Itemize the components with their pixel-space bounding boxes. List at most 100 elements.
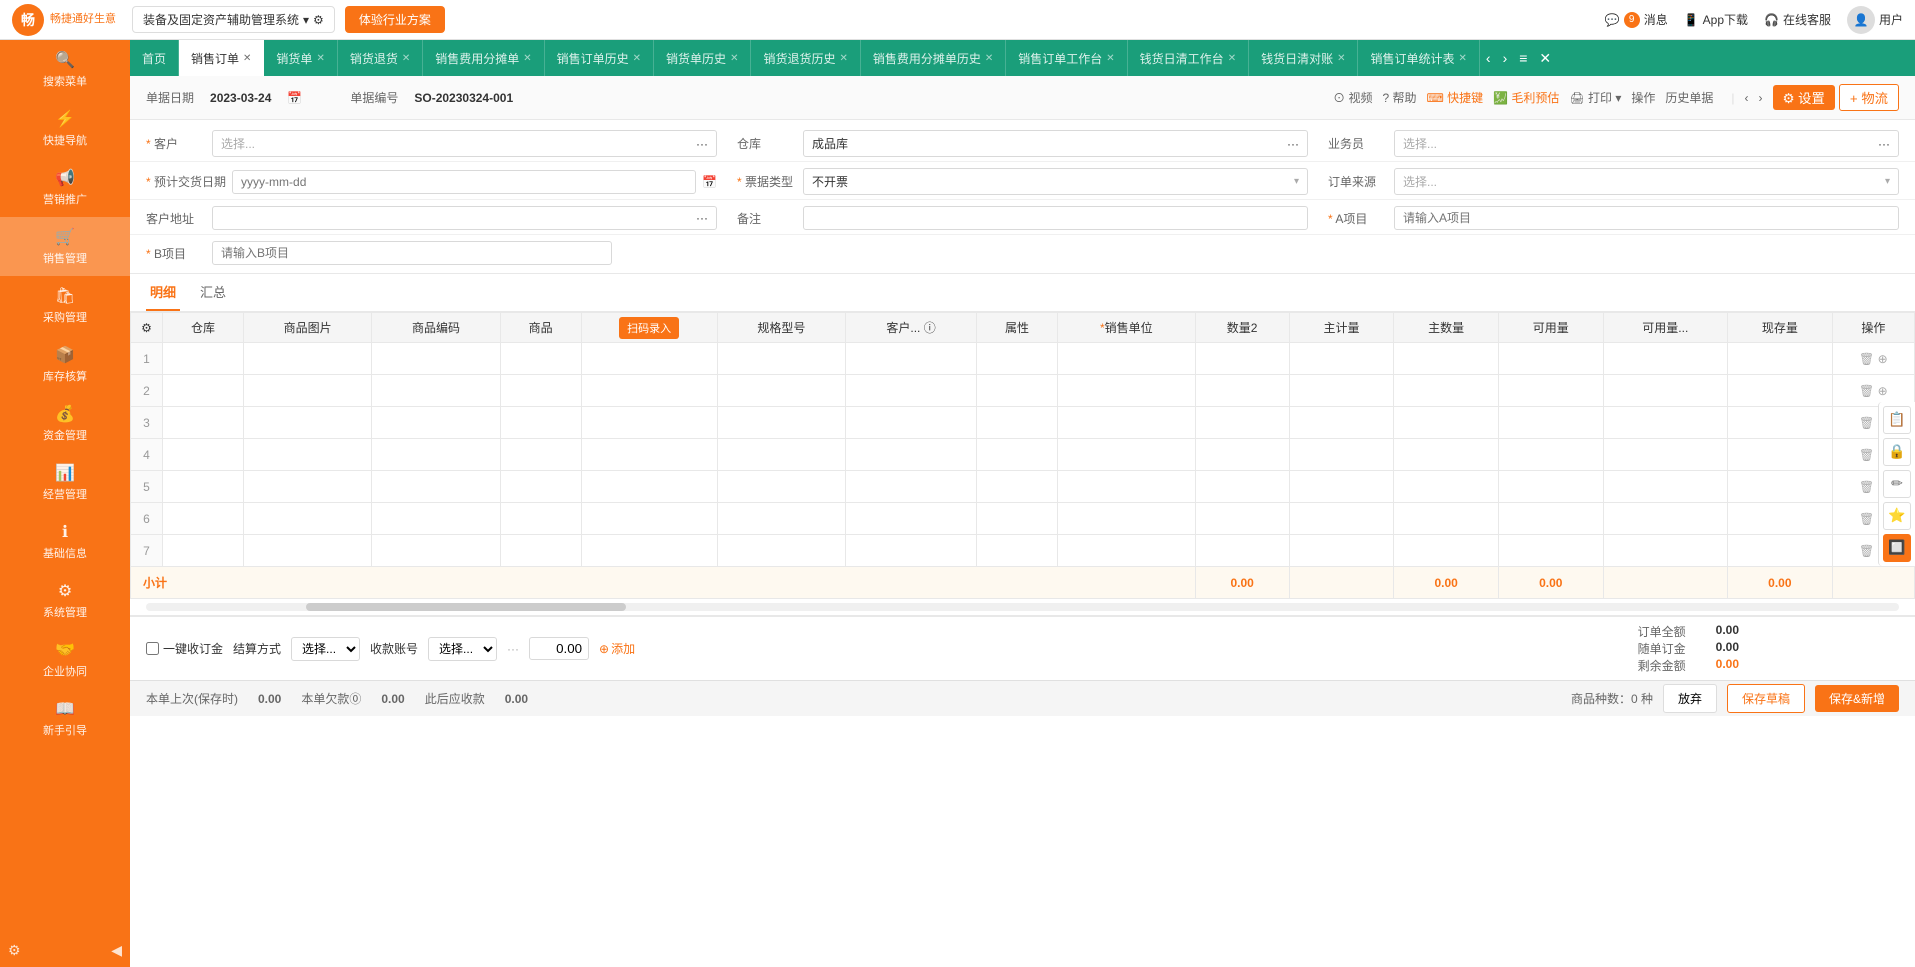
row-6-scan[interactable]: [581, 503, 717, 535]
row-4-main-unit[interactable]: [1289, 439, 1394, 471]
remark-input[interactable]: [803, 206, 1308, 230]
tab-sales-return-close[interactable]: ✕: [402, 53, 410, 64]
scroll-track[interactable]: [146, 603, 1899, 611]
sidebar-item-inventory[interactable]: 📦 库存核算: [0, 335, 130, 394]
row-4-product[interactable]: [500, 439, 581, 471]
tab-expense-history-close[interactable]: ✕: [985, 53, 993, 64]
tab-cash-reconcile[interactable]: 钱货日清对账 ✕: [1249, 40, 1358, 76]
view-btn[interactable]: ⊙ 视频: [1333, 89, 1372, 106]
industry-button[interactable]: 体验行业方案: [345, 6, 445, 33]
sidebar-item-system[interactable]: ⚙ 系统管理: [0, 571, 130, 630]
row-3-scan[interactable]: [581, 407, 717, 439]
row-6-stock[interactable]: [1728, 503, 1833, 535]
settings-btn[interactable]: ⚙ 设置: [1773, 85, 1835, 110]
delete-row-6-icon[interactable]: 🗑: [1859, 512, 1874, 526]
copy-row-1-icon[interactable]: ⊕: [1878, 352, 1888, 366]
prev-record-btn[interactable]: ‹: [1745, 91, 1749, 105]
row-1-attr[interactable]: [977, 343, 1058, 375]
row-3-main-unit[interactable]: [1289, 407, 1394, 439]
row-5-available2[interactable]: [1603, 471, 1727, 503]
row-5-attr[interactable]: [977, 471, 1058, 503]
tab-return-history-close[interactable]: ✕: [839, 53, 847, 64]
row-1-available[interactable]: [1498, 343, 1603, 375]
row-3-attr[interactable]: [977, 407, 1058, 439]
tab-menu-btn[interactable]: ≡: [1513, 50, 1533, 66]
message-item[interactable]: 💬 9 消息: [1605, 11, 1668, 28]
row-2-warehouse[interactable]: [163, 375, 244, 407]
order-source-select[interactable]: 选择... ▾: [1394, 168, 1899, 195]
tab-order-workbench-close[interactable]: ✕: [1106, 53, 1114, 64]
row-2-product[interactable]: [500, 375, 581, 407]
row-3-customer[interactable]: [846, 407, 977, 439]
sidebar-item-search[interactable]: 🔍 搜索菜单: [0, 40, 130, 99]
row-7-main-unit[interactable]: [1289, 535, 1394, 567]
system-selector[interactable]: 装备及固定资产辅助管理系统 ▾ ⚙: [132, 6, 335, 33]
row-7-attr[interactable]: [977, 535, 1058, 567]
address-input[interactable]: ···: [212, 206, 717, 230]
delete-row-7-icon[interactable]: 🗑: [1859, 544, 1874, 558]
right-float-btn-1[interactable]: 📋: [1883, 406, 1911, 434]
row-2-qty2[interactable]: [1195, 375, 1289, 407]
delete-row-5-icon[interactable]: 🗑: [1859, 480, 1874, 494]
online-service-item[interactable]: 🎧 在线客服: [1764, 11, 1831, 28]
row-4-spec[interactable]: [717, 439, 845, 471]
row-1-code[interactable]: [372, 343, 500, 375]
delete-row-3-icon[interactable]: 🗑: [1859, 416, 1874, 430]
row-3-warehouse[interactable]: [163, 407, 244, 439]
delete-row-2-icon[interactable]: 🗑: [1859, 384, 1874, 398]
tab-sales-order[interactable]: 销售订单 ✕: [179, 40, 264, 76]
next-record-btn[interactable]: ›: [1759, 91, 1763, 105]
history-btn[interactable]: 历史单据: [1665, 89, 1713, 106]
calendar-icon[interactable]: 📅: [287, 91, 302, 105]
row-1-product[interactable]: [500, 343, 581, 375]
row-5-main-qty[interactable]: [1394, 471, 1499, 503]
tab-prev-btn[interactable]: ‹: [1480, 50, 1497, 66]
tab-order-workbench[interactable]: 销售订单工作台 ✕: [1006, 40, 1127, 76]
add-button[interactable]: ⊕ 添加: [599, 640, 635, 657]
row-3-qty2[interactable]: [1195, 407, 1289, 439]
row-7-available[interactable]: [1498, 535, 1603, 567]
row-2-attr[interactable]: [977, 375, 1058, 407]
row-5-stock[interactable]: [1728, 471, 1833, 503]
tab-invoice-history[interactable]: 销货单历史 ✕: [654, 40, 751, 76]
b-project-input[interactable]: [212, 241, 612, 265]
tab-return-history[interactable]: 销货退货历史 ✕: [751, 40, 860, 76]
tab-sales-order-close[interactable]: ✕: [243, 53, 251, 64]
tab-order-report-close[interactable]: ✕: [1459, 53, 1467, 64]
tab-sales-invoice[interactable]: 销货单 ✕: [264, 40, 337, 76]
row-4-stock[interactable]: [1728, 439, 1833, 471]
row-7-warehouse[interactable]: [163, 535, 244, 567]
save-draft-button[interactable]: 保存草稿: [1727, 684, 1805, 713]
row-5-image[interactable]: [243, 471, 371, 503]
row-2-spec[interactable]: [717, 375, 845, 407]
row-4-main-qty[interactable]: [1394, 439, 1499, 471]
tab-sales-invoice-close[interactable]: ✕: [316, 53, 324, 64]
app-download-item[interactable]: 📱 App下载: [1684, 11, 1748, 28]
row-5-main-unit[interactable]: [1289, 471, 1394, 503]
discard-button[interactable]: 放弃: [1663, 684, 1717, 713]
row-4-qty2[interactable]: [1195, 439, 1289, 471]
row-1-available2[interactable]: [1603, 343, 1727, 375]
sidebar-item-finance[interactable]: 💰 资金管理: [0, 394, 130, 453]
row-1-unit[interactable]: [1058, 343, 1196, 375]
row-2-customer[interactable]: [846, 375, 977, 407]
row-2-code[interactable]: [372, 375, 500, 407]
a-project-input[interactable]: [1394, 206, 1899, 230]
row-6-main-qty[interactable]: [1394, 503, 1499, 535]
row-4-attr[interactable]: [977, 439, 1058, 471]
row-5-warehouse[interactable]: [163, 471, 244, 503]
tab-order-history[interactable]: 销售订单历史 ✕: [545, 40, 654, 76]
row-3-stock[interactable]: [1728, 407, 1833, 439]
tab-expense-split-close[interactable]: ✕: [523, 53, 531, 64]
tab-home[interactable]: 首页: [130, 40, 179, 76]
row-6-warehouse[interactable]: [163, 503, 244, 535]
row-4-available[interactable]: [1498, 439, 1603, 471]
pay-method-select[interactable]: 选择...: [291, 637, 360, 661]
row-7-stock[interactable]: [1728, 535, 1833, 567]
invoice-type-select[interactable]: 不开票 ▾: [803, 168, 1308, 195]
row-2-main-qty[interactable]: [1394, 375, 1499, 407]
row-6-available2[interactable]: [1603, 503, 1727, 535]
row-2-unit[interactable]: [1058, 375, 1196, 407]
row-6-code[interactable]: [372, 503, 500, 535]
tab-next-btn[interactable]: ›: [1497, 50, 1514, 66]
